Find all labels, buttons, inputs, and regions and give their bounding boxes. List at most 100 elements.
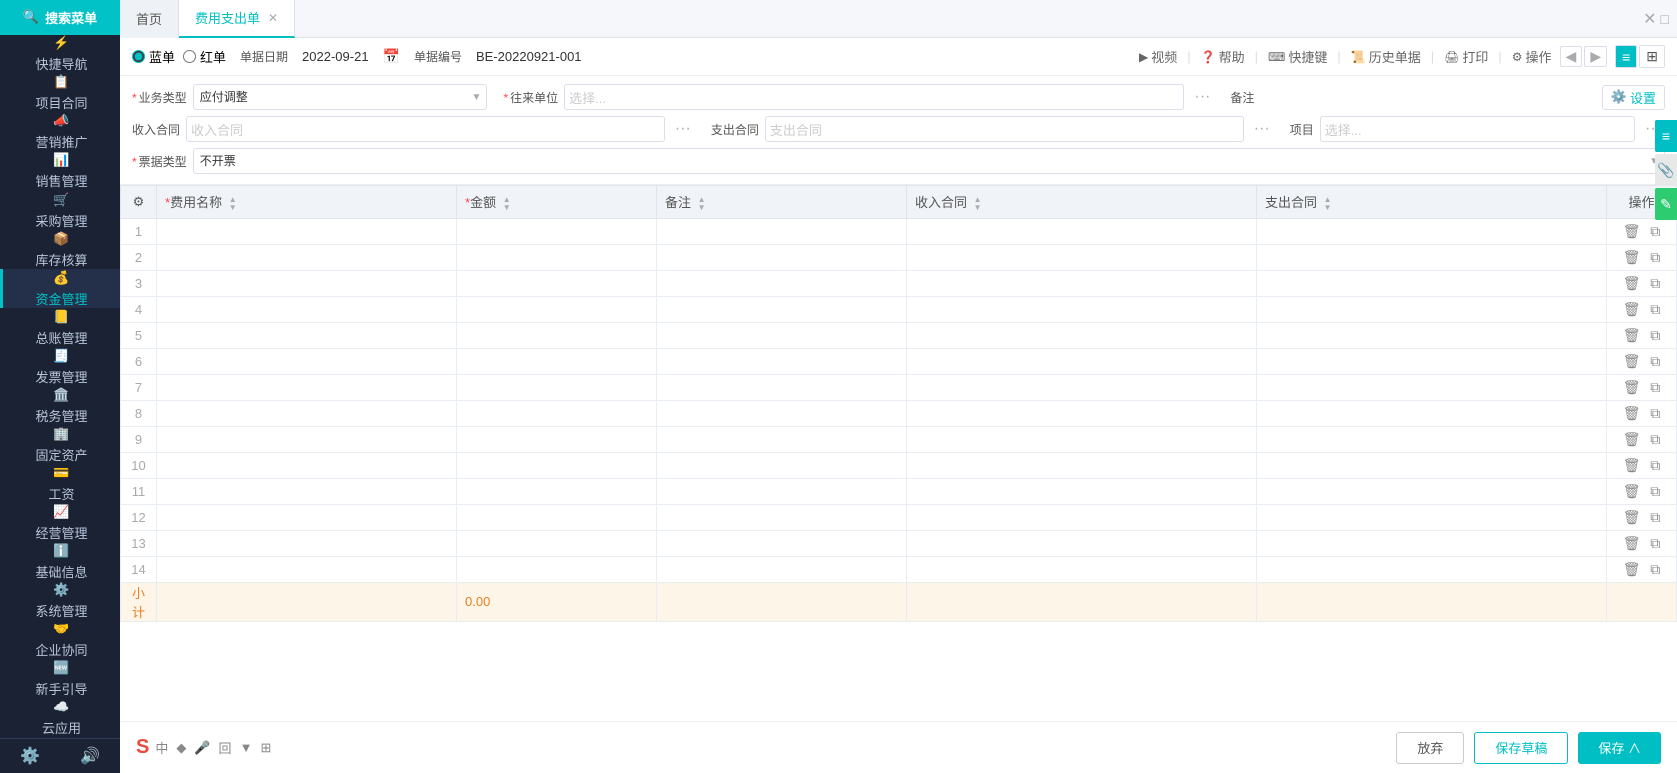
delete-row-icon[interactable]: 🗑 <box>1623 431 1641 447</box>
sidebar-item-invoice[interactable]: 🧾 发票管理 <box>0 347 120 386</box>
cell-note[interactable] <box>657 426 907 452</box>
cell-expense[interactable] <box>1257 400 1607 426</box>
cell-note[interactable] <box>657 374 907 400</box>
cell-amount[interactable] <box>457 556 657 582</box>
cell-note[interactable] <box>657 400 907 426</box>
cell-note[interactable] <box>657 322 907 348</box>
cell-note[interactable] <box>657 530 907 556</box>
sidebar-item-purchase[interactable]: 🛒 采购管理 <box>0 191 120 230</box>
sidebar-item-payroll[interactable]: 💳 工资 <box>0 464 120 503</box>
cell-income[interactable] <box>907 296 1257 322</box>
cell-name[interactable] <box>157 296 457 322</box>
cell-expense[interactable] <box>1257 374 1607 400</box>
delete-row-icon[interactable]: 🗑 <box>1623 379 1641 395</box>
cell-amount[interactable] <box>457 374 657 400</box>
delete-row-icon[interactable]: 🗑 <box>1623 275 1641 291</box>
sidebar-item-operations[interactable]: 📈 经营管理 <box>0 503 120 542</box>
cell-amount[interactable] <box>457 452 657 478</box>
copy-row-icon[interactable]: ⧉ <box>1650 223 1660 239</box>
th-name[interactable]: *费用名称 ▲▼ <box>157 186 457 219</box>
cell-income[interactable] <box>907 478 1257 504</box>
partner-input[interactable]: 选择... <box>564 84 1184 110</box>
cell-expense[interactable] <box>1257 348 1607 374</box>
delete-row-icon[interactable]: 🗑 <box>1623 535 1641 551</box>
cell-amount[interactable] <box>457 322 657 348</box>
prev-arrow[interactable]: ◀ <box>1560 46 1583 67</box>
cell-note[interactable] <box>657 452 907 478</box>
copy-row-icon[interactable]: ⧉ <box>1650 249 1660 265</box>
cell-income[interactable] <box>907 218 1257 244</box>
sidebar-item-accounting[interactable]: 📒 总账管理 <box>0 308 120 347</box>
cell-income[interactable] <box>907 270 1257 296</box>
cell-name[interactable] <box>157 270 457 296</box>
cell-income[interactable] <box>907 556 1257 582</box>
discard-button[interactable]: 放弃 <box>1396 732 1464 764</box>
next-arrow[interactable]: ▶ <box>1584 46 1607 67</box>
float-btn-edit[interactable]: ✎ <box>1655 188 1677 220</box>
delete-row-icon[interactable]: 🗑 <box>1623 561 1641 577</box>
cell-note[interactable] <box>657 478 907 504</box>
delete-row-icon[interactable]: 🗑 <box>1623 249 1641 265</box>
cell-amount[interactable] <box>457 218 657 244</box>
cell-income[interactable] <box>907 400 1257 426</box>
copy-row-icon[interactable]: ⧉ <box>1650 405 1660 421</box>
delete-row-icon[interactable]: 🗑 <box>1623 223 1641 239</box>
audio-icon[interactable]: 🔊 <box>80 746 100 766</box>
sidebar-item-system[interactable]: ⚙️ 系统管理 <box>0 582 120 621</box>
sidebar-item-quick-nav[interactable]: ⚡ 快捷导航 <box>0 35 120 74</box>
settings-icon[interactable]: ⚙️ <box>20 746 40 766</box>
cell-name[interactable] <box>157 400 457 426</box>
grid-view-btn[interactable]: ⊞ <box>1639 45 1665 68</box>
cell-expense[interactable] <box>1257 556 1607 582</box>
save-button[interactable]: 保存 ∧ <box>1578 732 1661 764</box>
cell-amount[interactable] <box>457 270 657 296</box>
sidebar-item-basic-info[interactable]: ℹ️ 基础信息 <box>0 543 120 582</box>
copy-row-icon[interactable]: ⧉ <box>1650 561 1660 577</box>
copy-row-icon[interactable]: ⧉ <box>1650 457 1660 473</box>
cell-income[interactable] <box>907 374 1257 400</box>
cell-note[interactable] <box>657 504 907 530</box>
cell-note[interactable] <box>657 244 907 270</box>
cell-name[interactable] <box>157 374 457 400</box>
brand-icon-5[interactable]: ▼ <box>240 740 253 755</box>
cell-income[interactable] <box>907 322 1257 348</box>
income-contract-input[interactable]: 收入合同 <box>186 116 665 142</box>
operations-btn[interactable]: ⚙ 操作 <box>1512 47 1552 66</box>
sidebar-item-marketing[interactable]: 📣 营销推广 <box>0 113 120 152</box>
cell-amount[interactable] <box>457 478 657 504</box>
cell-note[interactable] <box>657 218 907 244</box>
cell-income[interactable] <box>907 244 1257 270</box>
shortcut-btn[interactable]: ⌨ 快捷键 <box>1268 47 1327 66</box>
sidebar-item-cloud[interactable]: ☁️ 云应用 <box>0 699 120 738</box>
copy-row-icon[interactable]: ⧉ <box>1650 509 1660 525</box>
cell-amount[interactable] <box>457 244 657 270</box>
save-draft-button[interactable]: 保存草稿 <box>1474 732 1568 764</box>
brand-icon-2[interactable]: ◆ <box>176 740 186 756</box>
copy-row-icon[interactable]: ⧉ <box>1650 535 1660 551</box>
cell-name[interactable] <box>157 504 457 530</box>
sidebar-item-tax[interactable]: 🏛️ 税务管理 <box>0 386 120 425</box>
tab-expense[interactable]: 费用支出单 ✕ <box>179 0 295 38</box>
window-maximize-button[interactable]: □ <box>1661 11 1669 27</box>
cell-income[interactable] <box>907 530 1257 556</box>
th-note[interactable]: 备注 ▲▼ <box>657 186 907 219</box>
cell-amount[interactable] <box>457 530 657 556</box>
brand-icon-6[interactable]: ⊞ <box>260 740 271 756</box>
cell-expense[interactable] <box>1257 244 1607 270</box>
cell-expense[interactable] <box>1257 504 1607 530</box>
radio-red[interactable]: 红单 <box>183 47 226 66</box>
cell-expense[interactable] <box>1257 426 1607 452</box>
copy-row-icon[interactable]: ⧉ <box>1650 431 1660 447</box>
sidebar-search[interactable]: 🔍 搜索菜单 <box>0 0 120 35</box>
delete-row-icon[interactable]: 🗑 <box>1623 483 1641 499</box>
brand-icon-3[interactable]: 🎤 <box>194 740 210 756</box>
sidebar-item-sales[interactable]: 📊 销售管理 <box>0 152 120 191</box>
cell-name[interactable] <box>157 426 457 452</box>
cell-expense[interactable] <box>1257 322 1607 348</box>
delete-row-icon[interactable]: 🗑 <box>1623 327 1641 343</box>
copy-row-icon[interactable]: ⧉ <box>1650 327 1660 343</box>
cell-name[interactable] <box>157 556 457 582</box>
float-btn-1[interactable]: ≡ <box>1655 120 1677 152</box>
cell-expense[interactable] <box>1257 218 1607 244</box>
calendar-icon[interactable]: 📅 <box>383 48 400 65</box>
